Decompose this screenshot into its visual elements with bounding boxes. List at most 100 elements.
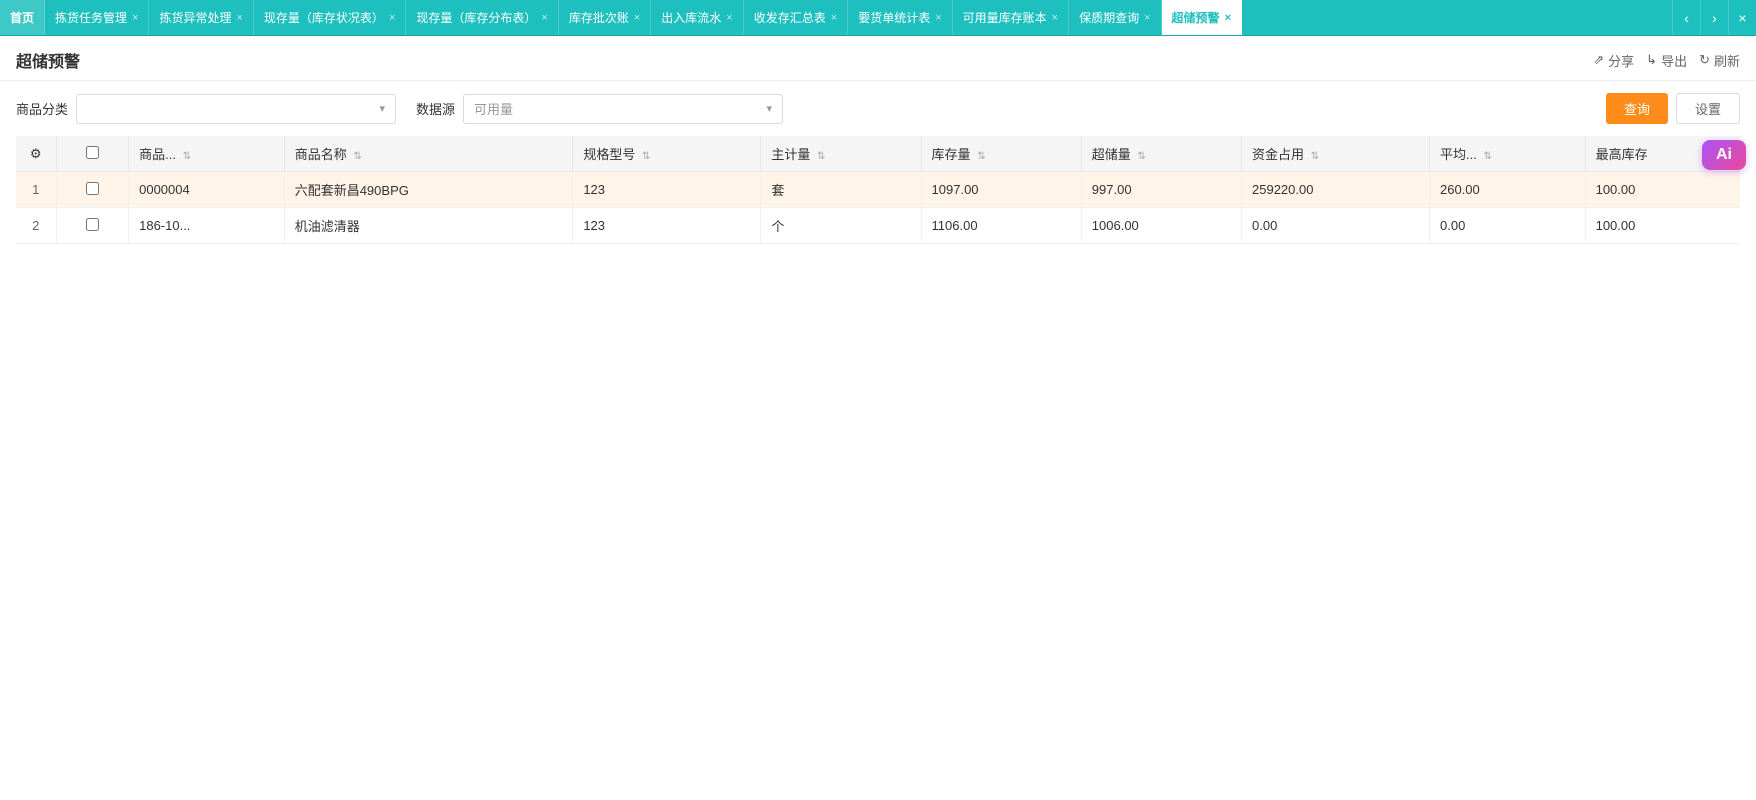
sort-icon: ⇅	[1483, 151, 1491, 162]
share-icon: ⇗	[1593, 52, 1604, 68]
tab-quality-expire[interactable]: 保质期查询 ×	[1069, 0, 1161, 35]
chevron-down-icon: ▾	[767, 102, 773, 115]
sort-icon: ⇅	[353, 151, 361, 162]
cell-max-stock: 100.00	[1585, 172, 1740, 208]
row-checkbox[interactable]	[86, 218, 99, 231]
query-button[interactable]: 查询	[1606, 93, 1668, 124]
tab-inventory-batch[interactable]: 库存批次账 ×	[559, 0, 651, 35]
nav-prev-arrow[interactable]: ‹	[1672, 0, 1700, 36]
filter-area: 商品分类 ▾ 数据源 可用量 ▾ 查询 设置	[0, 81, 1756, 136]
cell-avg: 0.00	[1430, 208, 1586, 244]
table-row: 1 0000004 六配套新昌490BPG 123 套 1097.00 997.…	[16, 172, 1740, 208]
th-unit[interactable]: 主计量 ⇅	[761, 136, 921, 172]
th-product-code[interactable]: 商品... ⇅	[129, 136, 285, 172]
cell-stock: 1097.00	[921, 172, 1081, 208]
tab-pick-task[interactable]: 拣货任务管理 ×	[45, 0, 149, 35]
tab-overstock-warning[interactable]: 超储预警 ×	[1162, 0, 1242, 35]
cell-unit: 套	[761, 172, 921, 208]
th-product-name[interactable]: 商品名称 ⇅	[284, 136, 573, 172]
close-icon[interactable]: ×	[634, 12, 640, 24]
chevron-down-icon: ▾	[379, 102, 385, 115]
table-wrapper: ⚙ 商品... ⇅ 商品名称 ⇅ 规格型号 ⇅	[0, 136, 1756, 244]
close-icon[interactable]: ×	[236, 12, 242, 24]
th-capital[interactable]: 资金占用 ⇅	[1242, 136, 1430, 172]
sort-icon: ⇅	[183, 151, 191, 162]
nav-arrows: ‹ › ×	[1672, 0, 1756, 36]
row-index: 1	[16, 172, 56, 208]
table-header-row: ⚙ 商品... ⇅ 商品名称 ⇅ 规格型号 ⇅	[16, 136, 1740, 172]
datasource-label: 数据源	[416, 99, 455, 118]
close-icon[interactable]: ×	[831, 12, 837, 24]
page-content: 超储预警 ⇗ 分享 ↳ 导出 ↻ 刷新 商品分类 ▾ 数据源	[0, 36, 1756, 800]
datasource-filter-group: 数据源 可用量 ▾	[416, 94, 783, 124]
category-filter-group: 商品分类 ▾	[16, 94, 396, 124]
tab-order-stats[interactable]: 要货单统计表 ×	[848, 0, 952, 35]
cell-product-name: 六配套新昌490BPG	[284, 172, 573, 208]
cell-overstock: 997.00	[1081, 172, 1241, 208]
category-select[interactable]: ▾	[76, 94, 396, 124]
top-nav: 首页 拣货任务管理 × 拣货异常处理 × 现存量（库存状况表） × 现存量（库存…	[0, 0, 1756, 36]
cell-overstock: 1006.00	[1081, 208, 1241, 244]
tab-receive-summary[interactable]: 收发存汇总表 ×	[744, 0, 848, 35]
close-icon[interactable]: ×	[1052, 12, 1058, 24]
tab-inout-flow[interactable]: 出入库流水 ×	[651, 0, 743, 35]
row-checkbox-cell[interactable]	[56, 172, 129, 208]
row-index: 2	[16, 208, 56, 244]
sort-icon: ⇅	[1311, 151, 1319, 162]
share-button[interactable]: ⇗ 分享	[1593, 51, 1634, 70]
cell-spec: 123	[573, 172, 761, 208]
close-icon[interactable]: ×	[726, 12, 732, 24]
close-icon[interactable]: ×	[935, 12, 941, 24]
ai-button[interactable]: Ai	[1702, 140, 1746, 170]
cell-product-code: 0000004	[129, 172, 285, 208]
th-avg[interactable]: 平均... ⇅	[1430, 136, 1586, 172]
filter-actions: 查询 设置	[1606, 93, 1740, 124]
cell-stock: 1106.00	[921, 208, 1081, 244]
cell-capital: 0.00	[1242, 208, 1430, 244]
tab-available-stock[interactable]: 可用量库存账本 ×	[953, 0, 1069, 35]
table-row: 2 186-10... 机油滤清器 123 个 1106.00 1006.00 …	[16, 208, 1740, 244]
nav-close-all-arrow[interactable]: ×	[1728, 0, 1756, 36]
th-overstock[interactable]: 超储量 ⇅	[1081, 136, 1241, 172]
export-button[interactable]: ↳ 导出	[1646, 51, 1687, 70]
th-settings[interactable]: ⚙	[16, 136, 56, 172]
select-all-checkbox[interactable]	[86, 146, 99, 159]
export-icon: ↳	[1646, 52, 1657, 68]
tab-pick-exception[interactable]: 拣货异常处理 ×	[149, 0, 253, 35]
gear-icon: ⚙	[30, 146, 42, 161]
header-actions: ⇗ 分享 ↳ 导出 ↻ 刷新	[1593, 51, 1740, 70]
cell-product-code: 186-10...	[129, 208, 285, 244]
close-icon[interactable]: ×	[132, 12, 138, 24]
settings-button[interactable]: 设置	[1676, 93, 1740, 124]
row-checkbox-cell[interactable]	[56, 208, 129, 244]
data-table: ⚙ 商品... ⇅ 商品名称 ⇅ 规格型号 ⇅	[16, 136, 1740, 244]
page-title: 超储预警	[16, 48, 80, 72]
close-icon[interactable]: ×	[389, 12, 395, 24]
refresh-icon: ↻	[1699, 52, 1710, 68]
th-checkbox	[56, 136, 129, 172]
refresh-button[interactable]: ↻ 刷新	[1699, 51, 1740, 70]
row-checkbox[interactable]	[86, 182, 99, 195]
datasource-select[interactable]: 可用量 ▾	[463, 94, 783, 124]
cell-product-name: 机油滤清器	[284, 208, 573, 244]
page-header: 超储预警 ⇗ 分享 ↳ 导出 ↻ 刷新	[0, 36, 1756, 81]
cell-spec: 123	[573, 208, 761, 244]
sort-icon: ⇅	[817, 151, 825, 162]
tab-inventory-distribution[interactable]: 现存量（库存分布表） ×	[406, 0, 558, 35]
datasource-select-value: 可用量	[474, 99, 513, 118]
th-spec[interactable]: 规格型号 ⇅	[573, 136, 761, 172]
category-label: 商品分类	[16, 99, 68, 118]
close-icon[interactable]: ×	[1225, 12, 1231, 24]
close-icon[interactable]: ×	[541, 12, 547, 24]
cell-max-stock: 100.00	[1585, 208, 1740, 244]
nav-next-arrow[interactable]: ›	[1700, 0, 1728, 36]
cell-avg: 260.00	[1430, 172, 1586, 208]
cell-unit: 个	[761, 208, 921, 244]
tab-home[interactable]: 首页	[0, 0, 45, 35]
sort-icon: ⇅	[977, 151, 985, 162]
th-stock[interactable]: 库存量 ⇅	[921, 136, 1081, 172]
cell-capital: 259220.00	[1242, 172, 1430, 208]
sort-icon: ⇅	[642, 151, 650, 162]
close-icon[interactable]: ×	[1144, 12, 1150, 24]
tab-inventory-status[interactable]: 现存量（库存状况表） ×	[254, 0, 406, 35]
